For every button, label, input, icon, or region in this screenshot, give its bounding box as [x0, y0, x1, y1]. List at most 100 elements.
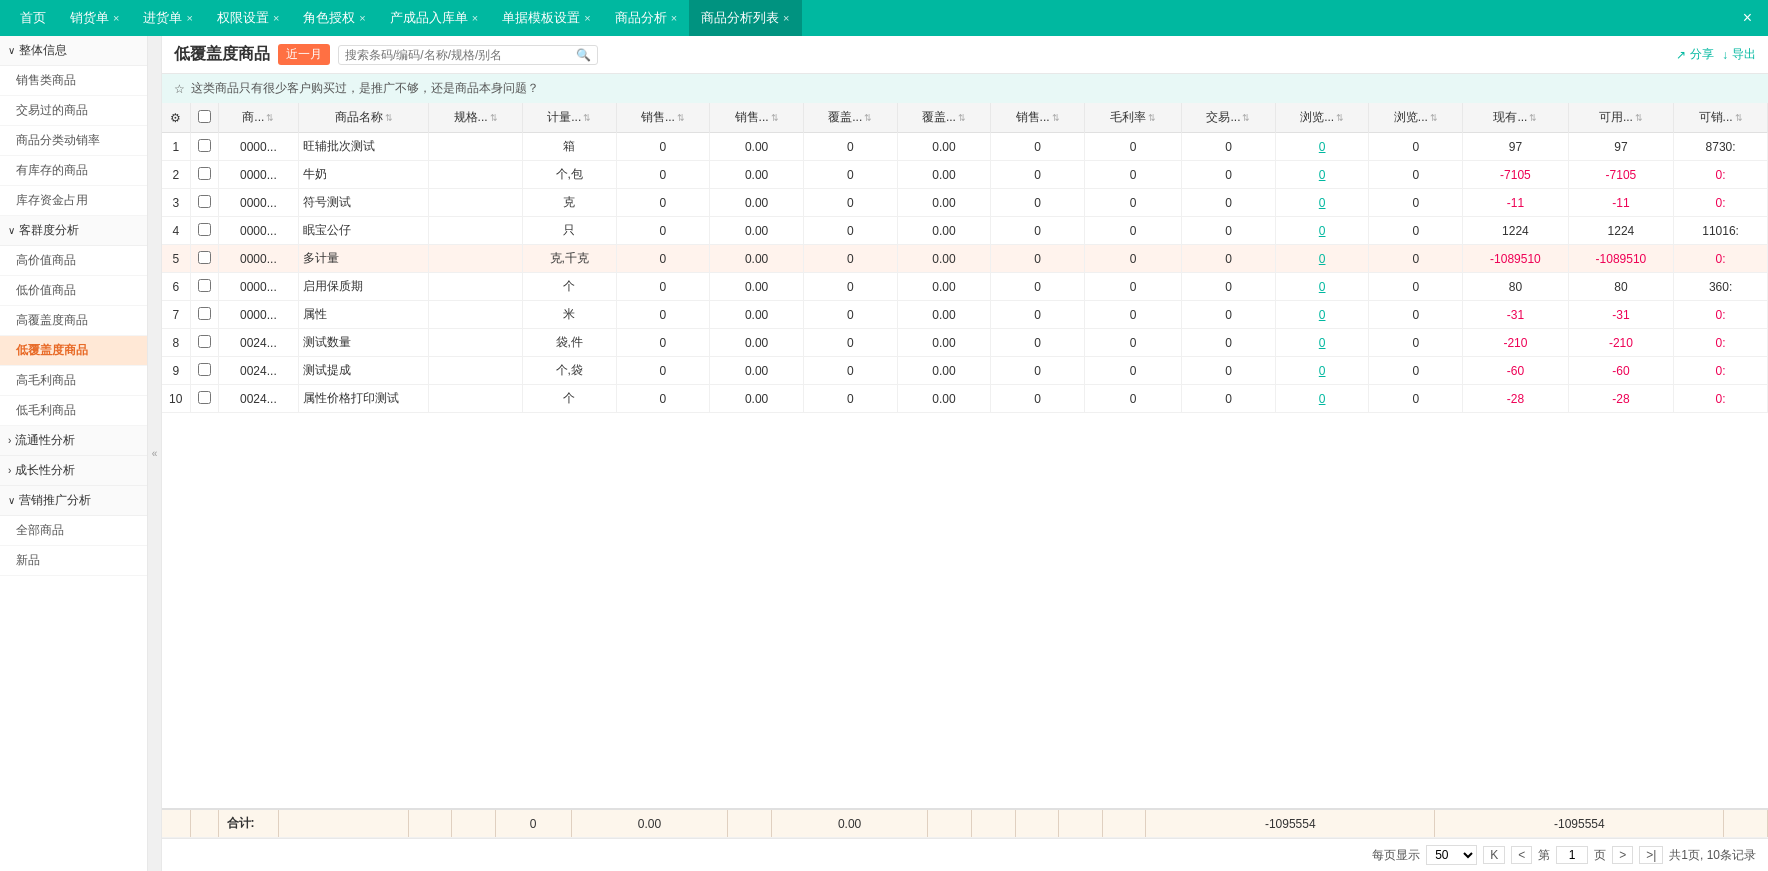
- sidebar-item-high-profit[interactable]: 高毛利商品: [0, 366, 147, 396]
- col-saleable[interactable]: 可销...⇅: [1674, 103, 1768, 133]
- first-page-button[interactable]: K: [1483, 846, 1505, 864]
- row-checkbox[interactable]: [198, 391, 211, 404]
- col-checkbox[interactable]: [190, 103, 218, 133]
- cell-name: 属性价格打印测试: [299, 385, 429, 413]
- nav-template-settings[interactable]: 单据模板设置 ×: [490, 0, 602, 36]
- row-checkbox[interactable]: [198, 223, 211, 236]
- sidebar-item-high-coverage[interactable]: 高覆盖度商品: [0, 306, 147, 336]
- cell-browse1[interactable]: 0: [1275, 133, 1369, 161]
- search-input[interactable]: [345, 48, 576, 62]
- cell-checkbox[interactable]: [190, 357, 218, 385]
- sidebar-section-liquidity[interactable]: › 流通性分析: [0, 426, 147, 456]
- nav-purchase-order[interactable]: 进货单 ×: [131, 0, 204, 36]
- cell-browse1[interactable]: 0: [1275, 273, 1369, 301]
- nav-product-inbound[interactable]: 产成品入库单 ×: [378, 0, 490, 36]
- row-checkbox[interactable]: [198, 307, 211, 320]
- select-all-checkbox[interactable]: [198, 110, 211, 123]
- cell-checkbox[interactable]: [190, 161, 218, 189]
- cell-browse1[interactable]: 0: [1275, 301, 1369, 329]
- cell-checkbox[interactable]: [190, 217, 218, 245]
- row-checkbox[interactable]: [198, 279, 211, 292]
- col-stock[interactable]: 现有...⇅: [1463, 103, 1569, 133]
- export-button[interactable]: ↓ 导出: [1722, 46, 1756, 63]
- row-checkbox[interactable]: [198, 195, 211, 208]
- nav-sales-order[interactable]: 销货单 ×: [58, 0, 131, 36]
- page-number-input[interactable]: [1556, 846, 1588, 864]
- cell-browse1[interactable]: 0: [1275, 161, 1369, 189]
- close-icon[interactable]: ×: [359, 12, 365, 24]
- col-sales-qty[interactable]: 销售...⇅: [616, 103, 710, 133]
- time-filter-button[interactable]: 近一月: [278, 44, 330, 65]
- close-icon[interactable]: ×: [186, 12, 192, 24]
- sidebar-section-customer[interactable]: ∨ 客群度分析: [0, 216, 147, 246]
- col-cov2[interactable]: 覆盖...⇅: [897, 103, 991, 133]
- row-checkbox[interactable]: [198, 335, 211, 348]
- settings-icon[interactable]: ⚙: [170, 111, 181, 125]
- sidebar-item-high-value[interactable]: 高价值商品: [0, 246, 147, 276]
- col-code[interactable]: 商...⇅: [218, 103, 299, 133]
- cell-browse1[interactable]: 0: [1275, 357, 1369, 385]
- col-browse1[interactable]: 浏览...⇅: [1275, 103, 1369, 133]
- col-spec[interactable]: 规格...⇅: [429, 103, 523, 133]
- sidebar-item-capital[interactable]: 库存资金占用: [0, 186, 147, 216]
- table-row: 8 0024... 测试数量 袋,件 0 0.00 0 0.00 0 0 0 0…: [162, 329, 1768, 357]
- cell-checkbox[interactable]: [190, 385, 218, 413]
- sidebar-section-overall[interactable]: ∨ 整体信息: [0, 36, 147, 66]
- col-avail[interactable]: 可用...⇅: [1568, 103, 1674, 133]
- sidebar-item-traded-goods[interactable]: 交易过的商品: [0, 96, 147, 126]
- row-checkbox[interactable]: [198, 167, 211, 180]
- close-icon[interactable]: ×: [584, 12, 590, 24]
- sidebar-item-low-coverage[interactable]: 低覆盖度商品: [0, 336, 147, 366]
- close-icon[interactable]: ×: [783, 12, 789, 24]
- sidebar-item-all-goods[interactable]: 全部商品: [0, 516, 147, 546]
- col-gross[interactable]: 毛利率⇅: [1084, 103, 1181, 133]
- nav-product-analysis[interactable]: 商品分析 ×: [603, 0, 689, 36]
- col-name[interactable]: 商品名称⇅: [299, 103, 429, 133]
- sidebar-item-new-goods[interactable]: 新品: [0, 546, 147, 576]
- nav-permissions[interactable]: 权限设置 ×: [205, 0, 291, 36]
- cell-browse1[interactable]: 0: [1275, 245, 1369, 273]
- nav-home[interactable]: 首页: [8, 0, 58, 36]
- sidebar-item-low-profit[interactable]: 低毛利商品: [0, 396, 147, 426]
- cell-checkbox[interactable]: [190, 189, 218, 217]
- row-checkbox[interactable]: [198, 363, 211, 376]
- sidebar-item-sales-rate[interactable]: 商品分类动销率: [0, 126, 147, 156]
- prev-page-button[interactable]: <: [1511, 846, 1532, 864]
- col-cov1[interactable]: 覆盖...⇅: [803, 103, 897, 133]
- cell-browse1[interactable]: 0: [1275, 217, 1369, 245]
- cell-checkbox[interactable]: [190, 245, 218, 273]
- sidebar-item-low-value[interactable]: 低价值商品: [0, 276, 147, 306]
- col-trans[interactable]: 交易...⇅: [1182, 103, 1276, 133]
- close-icon[interactable]: ×: [113, 12, 119, 24]
- search-icon[interactable]: 🔍: [576, 48, 591, 62]
- sidebar-item-in-stock[interactable]: 有库存的商品: [0, 156, 147, 186]
- sidebar-section-growth[interactable]: › 成长性分析: [0, 456, 147, 486]
- col-settings[interactable]: ⚙: [162, 103, 190, 133]
- col-sales-rate[interactable]: 销售...⇅: [991, 103, 1085, 133]
- nav-role-auth[interactable]: 角色授权 ×: [291, 0, 377, 36]
- sidebar-item-sales-goods[interactable]: 销售类商品: [0, 66, 147, 96]
- row-checkbox[interactable]: [198, 251, 211, 264]
- row-checkbox[interactable]: [198, 139, 211, 152]
- col-browse2[interactable]: 浏览...⇅: [1369, 103, 1463, 133]
- next-page-button[interactable]: >: [1612, 846, 1633, 864]
- col-sales-amt[interactable]: 销售...⇅: [710, 103, 804, 133]
- last-page-button[interactable]: >|: [1639, 846, 1663, 864]
- cell-checkbox[interactable]: [190, 329, 218, 357]
- window-close-button[interactable]: ×: [1735, 9, 1760, 27]
- cell-checkbox[interactable]: [190, 133, 218, 161]
- cell-browse1[interactable]: 0: [1275, 189, 1369, 217]
- cell-checkbox[interactable]: [190, 273, 218, 301]
- page-size-select[interactable]: 50 100 200: [1426, 845, 1477, 865]
- close-icon[interactable]: ×: [671, 12, 677, 24]
- cell-browse1[interactable]: 0: [1275, 385, 1369, 413]
- share-button[interactable]: ↗ 分享: [1676, 46, 1714, 63]
- col-unit[interactable]: 计量...⇅: [522, 103, 616, 133]
- sidebar-collapse-button[interactable]: «: [148, 36, 162, 871]
- close-icon[interactable]: ×: [472, 12, 478, 24]
- cell-browse1[interactable]: 0: [1275, 329, 1369, 357]
- close-icon[interactable]: ×: [273, 12, 279, 24]
- cell-checkbox[interactable]: [190, 301, 218, 329]
- sidebar-section-marketing[interactable]: ∨ 营销推广分析: [0, 486, 147, 516]
- nav-product-analysis-list[interactable]: 商品分析列表 ×: [689, 0, 801, 36]
